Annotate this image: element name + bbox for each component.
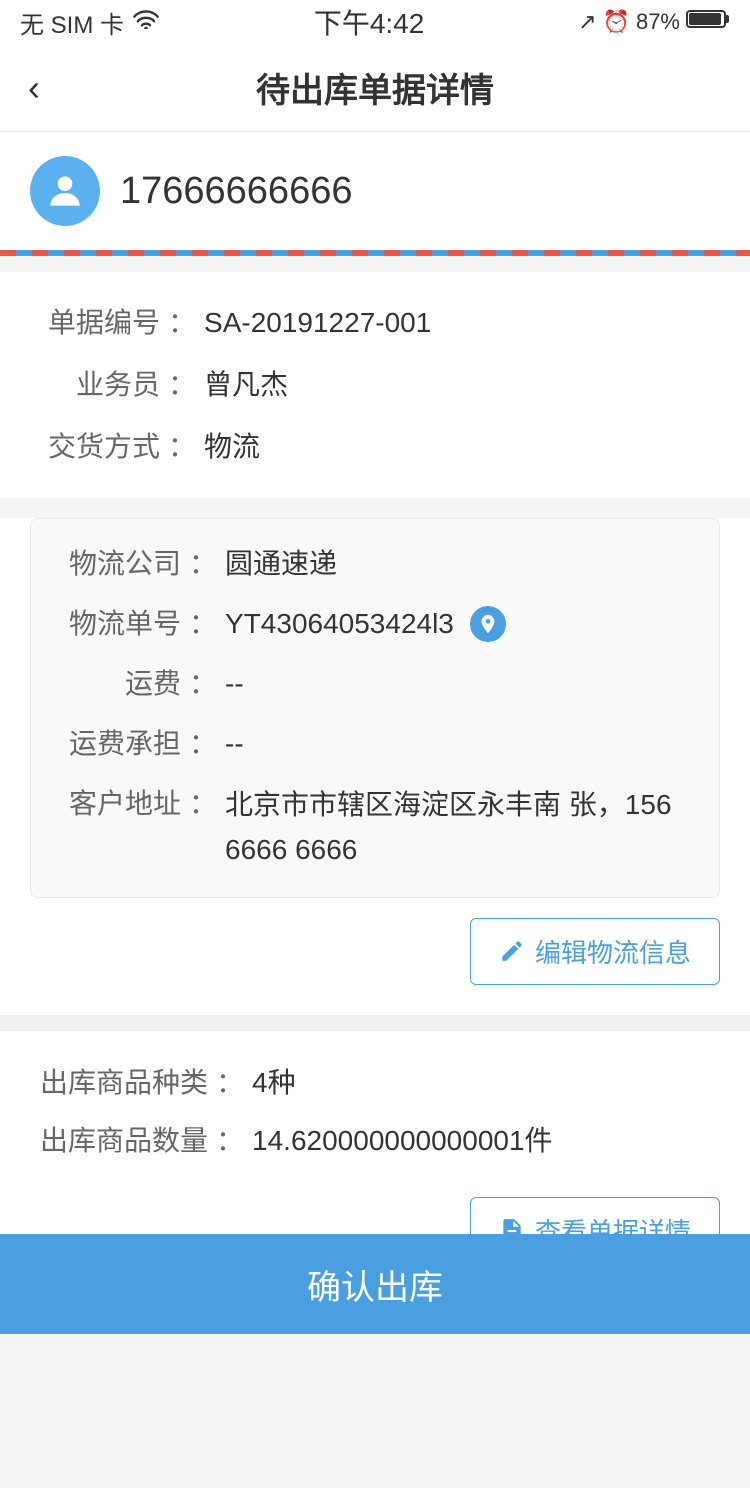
goods-section: 出库商品种类 ： 4种 出库商品数量 ： 14.620000000000001件: [0, 1031, 750, 1197]
goods-quantity-value: 14.620000000000001件: [252, 1119, 553, 1159]
goods-types-label: 出库商品种类: [40, 1061, 208, 1101]
status-bar: 无 SIM 卡 下午4:42 ↗ ⏰ 87%: [0, 0, 750, 44]
agent-label: 业务员: [40, 364, 160, 406]
freight-value: --: [225, 663, 689, 705]
address-row: 客户地址 ： 北京市市辖区海淀区永丰南 张，156 6666 6666: [61, 783, 689, 873]
edit-icon: [499, 938, 525, 964]
status-time: 下午4:42: [314, 2, 425, 42]
edit-btn-row: 编辑物流信息: [0, 918, 750, 1005]
logistics-company-value: 圆通速递: [225, 543, 689, 585]
dashed-divider: [0, 250, 750, 256]
address-value: 北京市市辖区海淀区永丰南 张，156 6666 6666: [225, 783, 689, 873]
document-number-label: 单据编号: [40, 302, 160, 344]
section-divider: [0, 1015, 750, 1031]
user-phone: 17666666666: [120, 170, 352, 213]
status-right: ↗ ⏰ 87%: [578, 8, 730, 36]
tracking-location-icon[interactable]: [470, 606, 506, 642]
nav-bar: ‹ 待出库单据详情: [0, 44, 750, 132]
back-button[interactable]: ‹: [28, 67, 40, 109]
battery-icon: [686, 8, 730, 36]
document-info-section: 单据编号 ： SA-20191227-001 业务员 ： 曾凡杰 交货方式 ： …: [0, 272, 750, 498]
user-header: 17666666666: [0, 132, 750, 250]
agent-value: 曾凡杰: [204, 364, 710, 406]
delivery-row: 交货方式 ： 物流: [40, 426, 710, 468]
goods-types-row: 出库商品种类 ： 4种: [40, 1061, 710, 1101]
edit-logistics-label: 编辑物流信息: [535, 933, 691, 970]
edit-logistics-button[interactable]: 编辑物流信息: [470, 918, 720, 985]
logistics-card: 物流公司 ： 圆通速递 物流单号 ： YT43064053424l3 运费 ： …: [30, 518, 720, 898]
logistics-company-label: 物流公司: [61, 543, 181, 585]
freight-row: 运费 ： --: [61, 663, 689, 705]
confirm-button-bar[interactable]: 确认出库: [0, 1234, 750, 1334]
goods-quantity-label: 出库商品数量: [40, 1119, 208, 1159]
freight-label: 运费: [61, 663, 181, 705]
freight-bearer-label: 运费承担: [61, 723, 181, 765]
document-number-row: 单据编号 ： SA-20191227-001: [40, 302, 710, 344]
logistics-tracking-value: YT43064053424l3: [225, 603, 454, 645]
delivery-label: 交货方式: [40, 426, 160, 468]
address-label: 客户地址: [61, 783, 181, 825]
freight-bearer-value: --: [225, 723, 689, 765]
logistics-company-row: 物流公司 ： 圆通速递: [61, 543, 689, 585]
goods-quantity-row: 出库商品数量 ： 14.620000000000001件: [40, 1119, 710, 1159]
document-number-value: SA-20191227-001: [204, 302, 710, 344]
logistics-tracking-label: 物流单号: [61, 603, 181, 645]
avatar: [30, 156, 100, 226]
battery-label: 87%: [636, 9, 680, 35]
freight-bearer-row: 运费承担 ： --: [61, 723, 689, 765]
wifi-icon: [132, 8, 160, 36]
goods-types-value: 4种: [252, 1061, 296, 1101]
page-title: 待出库单据详情: [256, 63, 494, 112]
logistics-tracking-row: 物流单号 ： YT43064053424l3: [61, 603, 689, 645]
carrier-label: 无 SIM 卡: [20, 5, 124, 40]
confirm-button-label: 确认出库: [307, 1260, 443, 1309]
agent-row: 业务员 ： 曾凡杰: [40, 364, 710, 406]
status-left: 无 SIM 卡: [20, 5, 160, 40]
delivery-value: 物流: [204, 426, 710, 468]
location-status-icon: ↗: [578, 9, 596, 35]
tracking-row: YT43064053424l3: [225, 603, 506, 645]
alarm-icon: ⏰: [603, 9, 630, 35]
